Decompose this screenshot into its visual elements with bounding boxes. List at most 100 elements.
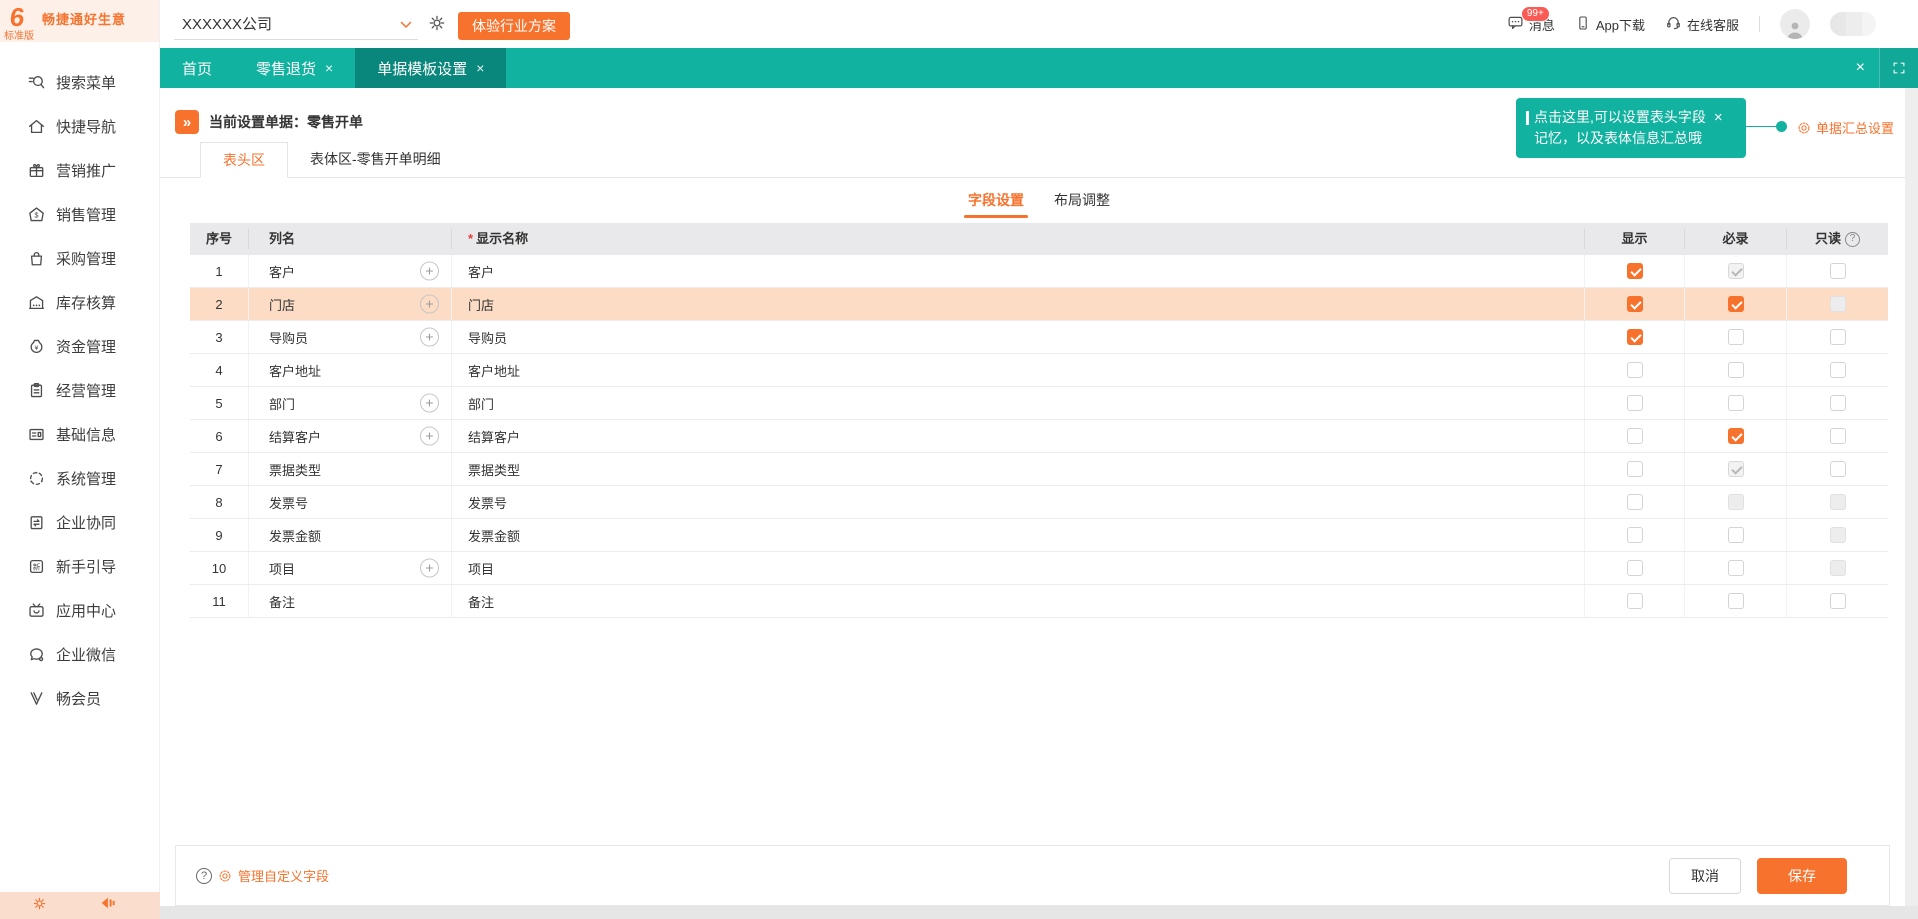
sidebar-item[interactable]: 应用中心 bbox=[0, 588, 159, 632]
required-checkbox[interactable] bbox=[1727, 593, 1744, 609]
cancel-button[interactable]: 取消 bbox=[1669, 857, 1741, 894]
show-checkbox[interactable] bbox=[1626, 329, 1643, 345]
readonly-help-icon[interactable]: ? bbox=[1845, 231, 1860, 247]
add-field-button[interactable]: + bbox=[420, 327, 439, 347]
show-checkbox[interactable] bbox=[1626, 527, 1643, 543]
sidebar-item[interactable]: 搜索菜单 bbox=[0, 60, 159, 104]
required-checkbox[interactable] bbox=[1727, 329, 1744, 345]
sidebar-item[interactable]: ¥ 资金管理 bbox=[0, 324, 159, 368]
industry-plan-button[interactable]: 体验行业方案 bbox=[458, 12, 570, 40]
manage-custom-fields-link[interactable]: ? 管理自定义字段 bbox=[196, 866, 329, 885]
row-display-name[interactable]: 备注 bbox=[452, 585, 1585, 617]
show-checkbox-cell bbox=[1585, 519, 1685, 551]
show-checkbox[interactable] bbox=[1626, 263, 1643, 279]
online-support-entry[interactable]: 在线客服 bbox=[1665, 14, 1739, 34]
help-icon[interactable]: ? bbox=[196, 867, 212, 884]
show-checkbox[interactable] bbox=[1626, 296, 1643, 312]
required-checkbox[interactable] bbox=[1727, 296, 1744, 312]
row-display-name[interactable]: 门店 bbox=[452, 288, 1585, 320]
tab-close-icon[interactable]: × bbox=[476, 60, 484, 76]
window-tab[interactable]: 零售退货 × bbox=[234, 48, 355, 88]
row-display-name[interactable]: 结算客户 bbox=[452, 420, 1585, 452]
required-checkbox[interactable] bbox=[1727, 461, 1744, 477]
sidebar-item[interactable]: $ 销售管理 bbox=[0, 192, 159, 236]
required-checkbox[interactable] bbox=[1727, 395, 1744, 411]
show-checkbox[interactable] bbox=[1626, 428, 1643, 444]
required-checkbox-cell bbox=[1685, 387, 1787, 419]
setting-tab[interactable]: 字段设置 bbox=[964, 190, 1028, 218]
doc-summary-settings-link[interactable]: 单据汇总设置 bbox=[1797, 118, 1894, 137]
readonly-checkbox[interactable] bbox=[1829, 428, 1846, 444]
messages-entry[interactable]: 99+ 消息 bbox=[1507, 6, 1555, 34]
show-checkbox[interactable] bbox=[1626, 395, 1643, 411]
add-field-button[interactable]: + bbox=[420, 558, 439, 578]
required-checkbox[interactable] bbox=[1727, 362, 1744, 378]
readonly-checkbox[interactable] bbox=[1829, 362, 1846, 378]
readonly-checkbox[interactable] bbox=[1829, 329, 1846, 345]
sidebar-item[interactable]: 采购管理 bbox=[0, 236, 159, 280]
sidebar-item[interactable]: 企业协同 bbox=[0, 500, 159, 544]
row-display-name[interactable]: 项目 bbox=[452, 552, 1585, 584]
area-tab[interactable]: 表头区 bbox=[200, 142, 288, 178]
required-checkbox[interactable] bbox=[1727, 560, 1744, 576]
add-field-button[interactable]: + bbox=[420, 261, 439, 281]
tooltip-close-icon[interactable]: × bbox=[1714, 107, 1723, 128]
readonly-checkbox[interactable] bbox=[1829, 296, 1846, 312]
setting-tab[interactable]: 布局调整 bbox=[1054, 190, 1110, 218]
readonly-checkbox[interactable] bbox=[1829, 263, 1846, 279]
sidebar-item[interactable]: 畅会员 bbox=[0, 676, 159, 720]
readonly-checkbox[interactable] bbox=[1829, 527, 1846, 543]
online-support-label: 在线客服 bbox=[1686, 17, 1739, 33]
sidebar-item[interactable]: 营销推广 bbox=[0, 148, 159, 192]
row-column-name: 票据类型 + bbox=[249, 453, 452, 485]
avatar[interactable] bbox=[1780, 9, 1810, 39]
show-checkbox[interactable] bbox=[1626, 461, 1643, 477]
required-checkbox[interactable] bbox=[1727, 527, 1744, 543]
readonly-checkbox[interactable] bbox=[1829, 593, 1846, 609]
area-tab[interactable]: 表体区-零售开单明细 bbox=[288, 142, 463, 178]
row-display-name[interactable]: 部门 bbox=[452, 387, 1585, 419]
show-checkbox[interactable] bbox=[1626, 362, 1643, 378]
window-tab[interactable]: 首页 bbox=[160, 48, 234, 88]
sidebar-item-label: 销售管理 bbox=[56, 206, 117, 224]
sidebar-item[interactable]: 基础信息 bbox=[0, 412, 159, 456]
add-field-button[interactable]: + bbox=[420, 426, 439, 446]
sidebar-item[interactable]: 库存核算 bbox=[0, 280, 159, 324]
save-button[interactable]: 保存 bbox=[1757, 857, 1847, 894]
add-field-button[interactable]: + bbox=[420, 393, 439, 413]
readonly-checkbox[interactable] bbox=[1829, 560, 1846, 576]
gear-icon[interactable] bbox=[428, 14, 446, 37]
readonly-checkbox[interactable] bbox=[1829, 494, 1846, 510]
settings-gear-icon[interactable] bbox=[32, 896, 47, 916]
required-checkbox[interactable] bbox=[1727, 428, 1744, 444]
double-chevron-icon[interactable]: » bbox=[175, 110, 199, 134]
readonly-checkbox[interactable] bbox=[1829, 461, 1846, 477]
show-checkbox[interactable] bbox=[1626, 593, 1643, 609]
sidebar-item[interactable]: 新 新手引导 bbox=[0, 544, 159, 588]
collapse-sidebar-icon[interactable] bbox=[99, 896, 115, 915]
row-display-name[interactable]: 导购员 bbox=[452, 321, 1585, 353]
company-select[interactable]: XXXXXX公司 bbox=[174, 8, 418, 40]
row-display-name[interactable]: 票据类型 bbox=[452, 453, 1585, 485]
required-checkbox[interactable] bbox=[1727, 263, 1744, 279]
wechat-icon bbox=[26, 644, 46, 664]
tab-close-icon[interactable]: × bbox=[325, 60, 333, 76]
sidebar-item[interactable]: 系统管理 bbox=[0, 456, 159, 500]
show-checkbox[interactable] bbox=[1626, 560, 1643, 576]
app-download-entry[interactable]: App下载 bbox=[1575, 15, 1645, 34]
window-tab[interactable]: 单据模板设置 × bbox=[355, 48, 507, 88]
row-display-name[interactable]: 客户 bbox=[452, 255, 1585, 287]
sidebar-item[interactable]: 快捷导航 bbox=[0, 104, 159, 148]
show-checkbox[interactable] bbox=[1626, 494, 1643, 510]
fullscreen-icon[interactable] bbox=[1879, 48, 1918, 88]
row-display-name[interactable]: 客户地址 bbox=[452, 354, 1585, 386]
row-display-name[interactable]: 发票金额 bbox=[452, 519, 1585, 551]
readonly-checkbox[interactable] bbox=[1829, 395, 1846, 411]
close-all-tabs-icon[interactable]: × bbox=[1842, 59, 1879, 77]
required-checkbox[interactable] bbox=[1727, 494, 1744, 510]
row-display-name[interactable]: 发票号 bbox=[452, 486, 1585, 518]
vertical-scrollbar[interactable] bbox=[1905, 88, 1918, 919]
add-field-button[interactable]: + bbox=[420, 294, 439, 314]
sidebar-item[interactable]: 经营管理 bbox=[0, 368, 159, 412]
sidebar-item[interactable]: 企业微信 bbox=[0, 632, 159, 676]
